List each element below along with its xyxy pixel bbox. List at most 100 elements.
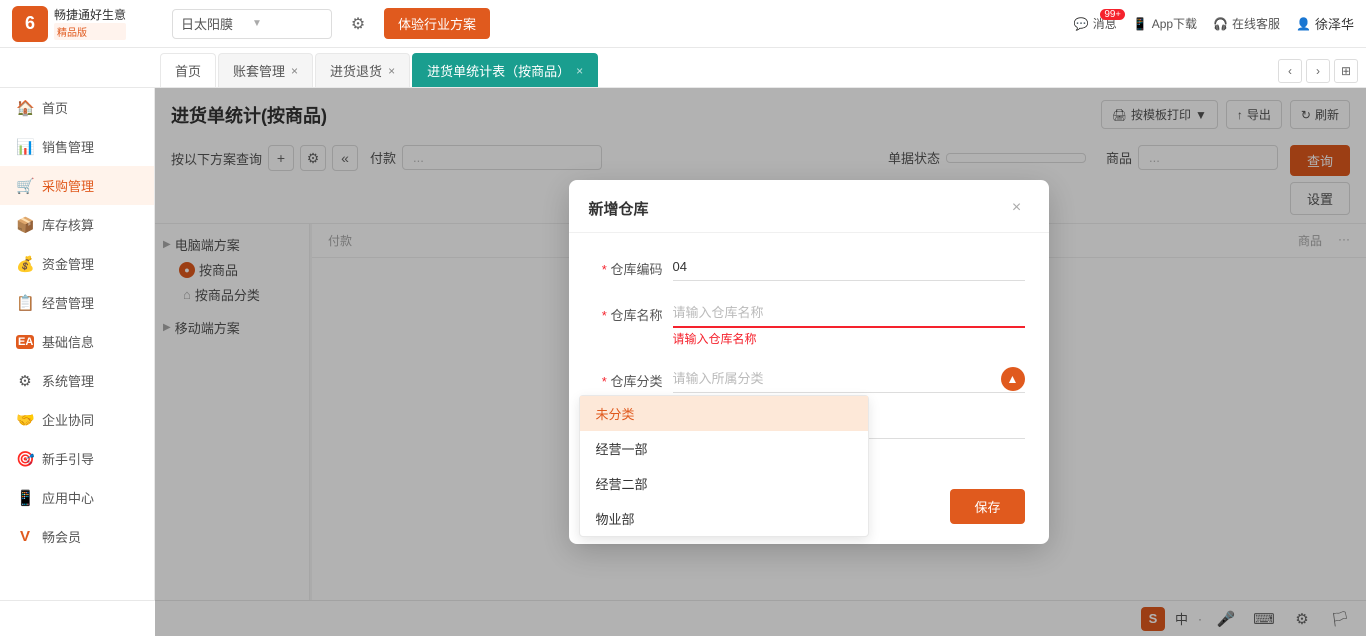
content-area: 进货单统计(按商品) 🖨 按模板打印 ▼ ↑ 导出 ↻ 刷新 xyxy=(155,88,1366,636)
tab-accounts-close[interactable]: × xyxy=(291,64,298,78)
tab-purchase-return-close[interactable]: × xyxy=(388,64,395,78)
app-download-button[interactable]: 📱 App下载 xyxy=(1133,15,1197,32)
sales-icon: 📊 xyxy=(16,138,34,156)
sidebar-item-app-center[interactable]: 📱 应用中心 xyxy=(0,478,154,517)
sidebar-item-inventory[interactable]: 📦 库存核算 xyxy=(0,205,154,244)
system-icon: ⚙ xyxy=(16,372,34,390)
category-dropdown: 未分类 经营一部 经营二部 物业部 xyxy=(579,395,869,537)
modal-body: * 仓库编码 * 仓库名称 请输入仓库名称 xyxy=(569,233,1049,477)
user-avatar[interactable]: 👤 徐泽华 xyxy=(1296,14,1354,33)
sidebar-item-system[interactable]: ⚙ 系统管理 xyxy=(0,361,154,400)
sidebar-item-sales[interactable]: 📊 销售管理 xyxy=(0,127,154,166)
sidebar-item-home[interactable]: 🏠 首页 xyxy=(0,88,154,127)
sidebar-item-inventory-label: 库存核算 xyxy=(42,215,94,234)
tab-purchase-return[interactable]: 进货退货 × xyxy=(315,53,410,87)
sidebar-item-guide-label: 新手引导 xyxy=(42,449,94,468)
sidebar-item-operation-label: 经营管理 xyxy=(42,293,94,312)
app-center-icon: 📱 xyxy=(16,489,34,507)
logo-badge: 精品版 xyxy=(54,23,126,40)
message-icon: 💬 xyxy=(1074,17,1089,31)
code-label: * 仓库编码 xyxy=(593,253,663,278)
sidebar-item-home-label: 首页 xyxy=(42,98,68,117)
name-input[interactable] xyxy=(673,299,1025,328)
tab-purchase-return-label: 进货退货 xyxy=(330,61,382,80)
dropdown-item-dept1[interactable]: 经营一部 xyxy=(580,431,868,466)
user-name: 徐泽华 xyxy=(1315,14,1354,33)
sidebar-item-purchase[interactable]: 🛒 采购管理 xyxy=(0,166,154,205)
name-form-row: * 仓库名称 请输入仓库名称 xyxy=(593,299,1025,347)
category-label: * 仓库分类 xyxy=(593,365,663,390)
avatar-icon: 👤 xyxy=(1296,17,1311,31)
sidebar-item-operation[interactable]: 📋 经营管理 xyxy=(0,283,154,322)
tab-purchase-stats-label: 进货单统计表（按商品） xyxy=(427,61,570,80)
dropdown-item-uncategorized[interactable]: 未分类 xyxy=(580,396,868,431)
sidebar-item-vip[interactable]: V 畅会员 xyxy=(0,517,154,556)
tab-prev-btn[interactable]: ‹ xyxy=(1278,59,1302,83)
save-button[interactable]: 保存 xyxy=(950,489,1024,524)
sidebar-item-guide[interactable]: 🎯 新手引导 xyxy=(0,439,154,478)
name-control: 请输入仓库名称 xyxy=(673,299,1025,347)
tab-accounts[interactable]: 账套管理 × xyxy=(218,53,313,87)
store-selector[interactable]: 日太阳膜 ▼ xyxy=(172,9,332,39)
code-form-row: * 仓库编码 xyxy=(593,253,1025,281)
sidebar-item-sales-label: 销售管理 xyxy=(42,137,94,156)
store-name: 日太阳膜 xyxy=(181,14,252,33)
message-button[interactable]: 💬 消息 99+ xyxy=(1074,15,1117,32)
sidebar-item-collab-label: 企业协同 xyxy=(42,410,94,429)
vip-icon: V xyxy=(16,528,34,545)
code-control xyxy=(673,253,1025,281)
tab-accounts-label: 账套管理 xyxy=(233,61,285,80)
purchase-icon: 🛒 xyxy=(16,177,34,195)
topbar: 6 畅捷通好生意 精品版 日太阳膜 ▼ ⚙ 体验行业方案 💬 消息 99+ 📱 … xyxy=(0,0,1366,48)
category-form-row: * 仓库分类 ▲ 未分类 经营一部 经营二部 物业部 xyxy=(593,365,1025,393)
logo-icon: 6 xyxy=(12,6,48,42)
sidebar-item-finance[interactable]: 💰 资金管理 xyxy=(0,244,154,283)
headphone-icon: 🎧 xyxy=(1213,17,1228,31)
store-arrow-icon: ▼ xyxy=(252,18,323,29)
sidebar-item-system-label: 系统管理 xyxy=(42,371,94,390)
code-input[interactable] xyxy=(673,253,1025,281)
phone-icon: 📱 xyxy=(1133,17,1148,31)
category-input[interactable] xyxy=(673,365,1025,393)
sidebar-item-basic-info-label: 基础信息 xyxy=(42,332,94,351)
settings-button[interactable]: ⚙ xyxy=(342,8,374,40)
sidebar-item-purchase-label: 采购管理 xyxy=(42,176,94,195)
topbar-right: 💬 消息 99+ 📱 App下载 🎧 在线客服 👤 徐泽华 xyxy=(1074,14,1354,33)
finance-icon: 💰 xyxy=(16,255,34,273)
guide-icon: 🎯 xyxy=(16,450,34,468)
sidebar-item-collab[interactable]: 🤝 企业协同 xyxy=(0,400,154,439)
try-button[interactable]: 体验行业方案 xyxy=(384,8,490,39)
sidebar-item-basic-info[interactable]: EA 基础信息 xyxy=(0,322,154,361)
sidebar: 🏠 首页 📊 销售管理 🛒 采购管理 📦 库存核算 💰 资金管理 📋 经营管理 … xyxy=(0,88,155,636)
inventory-icon: 📦 xyxy=(16,216,34,234)
tabbar-controls: ‹ › ⊞ xyxy=(1278,59,1366,87)
tab-home-label: 首页 xyxy=(175,61,201,80)
name-label: * 仓库名称 xyxy=(593,299,663,324)
main-layout: 🏠 首页 📊 销售管理 🛒 采购管理 📦 库存核算 💰 资金管理 📋 经营管理 … xyxy=(0,88,1366,636)
tab-purchase-stats[interactable]: 进货单统计表（按商品） × xyxy=(412,53,598,87)
dropdown-item-dept3[interactable]: 物业部 xyxy=(580,501,868,536)
logo-text: 畅捷通好生意 xyxy=(54,7,126,24)
tab-purchase-stats-close[interactable]: × xyxy=(576,64,583,78)
logo: 6 畅捷通好生意 精品版 xyxy=(12,6,162,42)
sidebar-item-vip-label: 畅会员 xyxy=(42,527,81,546)
category-control: ▲ 未分类 经营一部 经营二部 物业部 xyxy=(673,365,1025,393)
dropdown-item-dept2[interactable]: 经营二部 xyxy=(580,466,868,501)
gear-icon: ⚙ xyxy=(351,14,365,34)
category-toggle-icon[interactable]: ▲ xyxy=(1001,367,1025,391)
home-icon: 🏠 xyxy=(16,99,34,117)
add-warehouse-modal: 新增仓库 × * 仓库编码 * xyxy=(569,180,1049,544)
message-badge: 99+ xyxy=(1100,9,1124,20)
tabbar: 首页 账套管理 × 进货退货 × 进货单统计表（按商品） × ‹ › ⊞ xyxy=(0,48,1366,88)
collab-icon: 🤝 xyxy=(16,411,34,429)
online-service-button[interactable]: 🎧 在线客服 xyxy=(1213,15,1280,32)
name-error-msg: 请输入仓库名称 xyxy=(673,330,1025,347)
sidebar-item-finance-label: 资金管理 xyxy=(42,254,94,273)
modal-close-button[interactable]: × xyxy=(1005,196,1029,220)
tab-home[interactable]: 首页 xyxy=(160,53,216,87)
tab-menu-btn[interactable]: ⊞ xyxy=(1334,59,1358,83)
operation-icon: 📋 xyxy=(16,294,34,312)
modal-title: 新增仓库 xyxy=(589,198,649,219)
modal-header: 新增仓库 × xyxy=(569,180,1049,233)
tab-next-btn[interactable]: › xyxy=(1306,59,1330,83)
